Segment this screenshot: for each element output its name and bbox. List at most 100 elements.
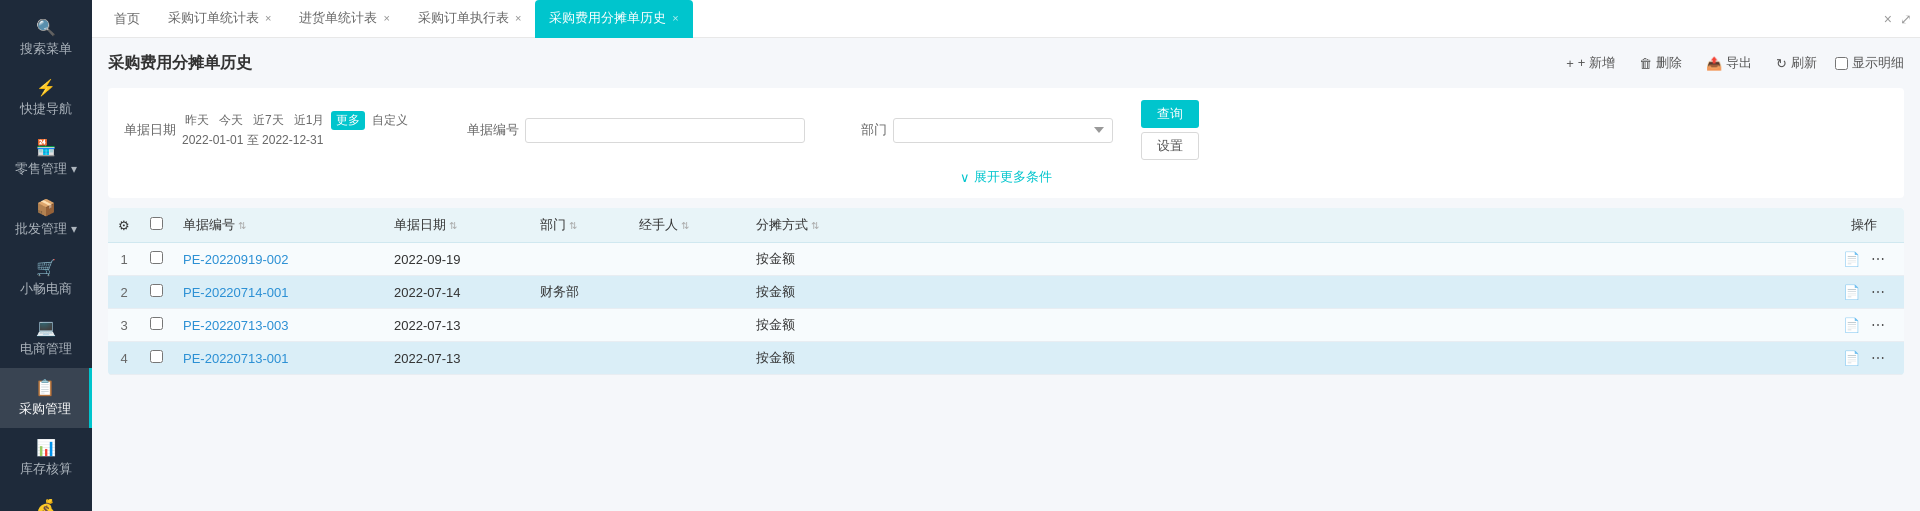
table-row: 1 PE-20220919-002 2022-09-19 按金额 📄 ⋯ [108,243,1904,276]
th-method[interactable]: 分摊方式 ⇅ [746,208,1824,243]
search-icon: 🔍 [4,18,88,37]
more-icon-3[interactable]: ⋯ [1867,348,1889,368]
tab-maximize-icon[interactable]: ⤢ [1900,11,1912,27]
cell-check-0 [140,243,173,276]
doc-no-link-2[interactable]: PE-20220713-003 [183,318,289,333]
shortcut-yesterday[interactable]: 昨天 [182,111,212,130]
query-button[interactable]: 查询 [1141,100,1199,128]
tab-close-all-icon[interactable]: × [1884,11,1892,27]
row-checkbox-1[interactable] [150,284,163,297]
sort-handler-icon: ⇅ [681,220,689,231]
sort-date[interactable]: 单据日期 ⇅ [394,216,519,234]
filter-date: 单据日期 昨天 今天 近7天 近1月 更多 自定义 2022-01-01 至 2… [124,111,411,149]
cell-no-2: 3 [108,309,140,342]
setting-button[interactable]: 设置 [1141,132,1199,160]
more-icon-1[interactable]: ⋯ [1867,282,1889,302]
sidebar-item-ecommerce-small[interactable]: 🛒 小畅电商 [0,248,92,308]
tab-purchase-order-stats[interactable]: 采购订单统计表 × [154,0,285,38]
shortcut-1month[interactable]: 近1月 [291,111,328,130]
th-doc-no[interactable]: 单据编号 ⇅ [173,208,384,243]
th-date[interactable]: 单据日期 ⇅ [384,208,529,243]
shortcut-custom[interactable]: 自定义 [369,111,411,130]
th-checkbox [140,208,173,243]
add-icon: + [1566,56,1574,71]
select-all-checkbox[interactable] [150,217,163,230]
sidebar-item-purchase[interactable]: 📋 采购管理 [0,368,92,428]
th-dept[interactable]: 部门 ⇅ [530,208,629,243]
cell-doc-no-3: PE-20220713-001 [173,342,384,375]
row-checkbox-3[interactable] [150,350,163,363]
cell-no-3: 4 [108,342,140,375]
refresh-button[interactable]: ↻ 刷新 [1770,50,1823,76]
purchase-icon: 📋 [4,378,85,397]
sidebar-item-finance[interactable]: 💰 资金管理 [0,488,92,511]
cell-handler-3 [629,342,747,375]
refresh-icon: ↻ [1776,56,1787,71]
sort-method[interactable]: 分摊方式 ⇅ [756,216,1814,234]
dept-label: 部门 [861,121,887,139]
export-icon: 📤 [1706,56,1722,71]
show-columns-input[interactable] [1835,57,1848,70]
shortcut-today[interactable]: 今天 [216,111,246,130]
data-table: ⚙ 单据编号 ⇅ 单据日期 [108,208,1904,375]
row-checkbox-2[interactable] [150,317,163,330]
cell-op-3: 📄 ⋯ [1824,342,1904,375]
shortcut-more[interactable]: 更多 [331,111,365,130]
delete-icon: 🗑 [1639,56,1652,71]
sort-dept[interactable]: 部门 ⇅ [540,216,619,234]
sidebar-item-wholesale[interactable]: 📦 批发管理 ▾ [0,188,92,248]
edit-icon-2[interactable]: 📄 [1839,315,1864,335]
doc-no-link-1[interactable]: PE-20220714-001 [183,285,289,300]
tab-purchase-order-exec[interactable]: 采购订单执行表 × [404,0,535,38]
th-operation: 操作 [1824,208,1904,243]
table-row: 2 PE-20220714-001 2022-07-14 财务部 按金额 📄 ⋯ [108,276,1904,309]
inventory-icon: 📊 [4,438,88,457]
doc-no-link-3[interactable]: PE-20220713-001 [183,351,289,366]
more-icon-2[interactable]: ⋯ [1867,315,1889,335]
sidebar-item-inventory[interactable]: 📊 库存核算 [0,428,92,488]
cell-dept-0 [530,243,629,276]
cell-date-3: 2022-07-13 [384,342,529,375]
tab-close-goods-stats[interactable]: × [383,12,389,24]
more-icon-0[interactable]: ⋯ [1867,249,1889,269]
finance-icon: 💰 [4,498,88,511]
cell-method-2: 按金额 [746,309,1824,342]
edit-icon-3[interactable]: 📄 [1839,348,1864,368]
toolbar: + + 新增 🗑 删除 📤 导出 ↻ 刷新 显示明细 [1560,50,1904,76]
cell-doc-no-2: PE-20220713-003 [173,309,384,342]
tab-close-cost-history[interactable]: × [672,12,678,24]
sidebar-item-ecommerce[interactable]: 💻 电商管理 [0,308,92,368]
th-handler[interactable]: 经手人 ⇅ [629,208,747,243]
dept-select[interactable] [893,118,1113,143]
sort-doc-no-icon: ⇅ [238,220,246,231]
column-settings-icon[interactable]: ⚙ [118,218,130,233]
show-columns-checkbox[interactable]: 显示明细 [1835,54,1904,72]
tab-close-purchase-order-exec[interactable]: × [515,12,521,24]
shortcut-7days[interactable]: 近7天 [250,111,287,130]
cell-dept-3 [530,342,629,375]
main-area: 首页 采购订单统计表 × 进货单统计表 × 采购订单执行表 × 采购费用分摊单历… [92,0,1920,511]
cell-op-1: 📄 ⋯ [1824,276,1904,309]
add-button[interactable]: + + 新增 [1560,50,1621,76]
th-settings[interactable]: ⚙ [108,208,140,243]
export-button[interactable]: 📤 导出 [1700,50,1758,76]
cell-method-1: 按金额 [746,276,1824,309]
sort-doc-no[interactable]: 单据编号 ⇅ [183,216,374,234]
cell-check-2 [140,309,173,342]
edit-icon-1[interactable]: 📄 [1839,282,1864,302]
doc-no-link-0[interactable]: PE-20220919-002 [183,252,289,267]
expand-more-btn[interactable]: ∨ 展开更多条件 [124,168,1888,186]
edit-icon-0[interactable]: 📄 [1839,249,1864,269]
row-checkbox-0[interactable] [150,251,163,264]
tab-goods-stats[interactable]: 进货单统计表 × [285,0,403,38]
delete-button[interactable]: 🗑 删除 [1633,50,1688,76]
sort-handler[interactable]: 经手人 ⇅ [639,216,737,234]
sidebar-item-quicknav[interactable]: ⚡ 快捷导航 [0,68,92,128]
tab-close-purchase-order-stats[interactable]: × [265,12,271,24]
tab-home[interactable]: 首页 [100,0,154,38]
tab-cost-history[interactable]: 采购费用分摊单历史 × [535,0,692,38]
sidebar-item-search[interactable]: 🔍 搜索菜单 [0,8,92,68]
doc-no-input[interactable] [525,118,805,143]
page-title-bar: 采购费用分摊单历史 + + 新增 🗑 删除 📤 导出 ↻ 刷新 [108,50,1904,76]
sidebar-item-retail[interactable]: 🏪 零售管理 ▾ [0,128,92,188]
